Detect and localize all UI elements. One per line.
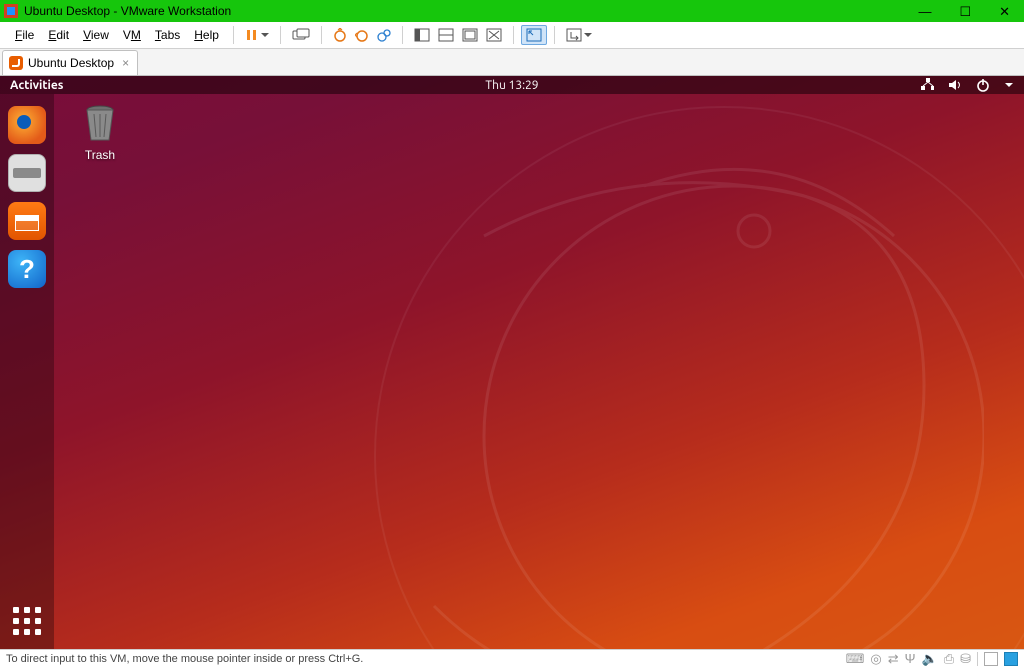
maximize-button[interactable]: ☐ bbox=[959, 5, 971, 18]
device-display-icon[interactable] bbox=[1004, 652, 1018, 666]
firefox-launcher[interactable] bbox=[8, 106, 46, 144]
view-single-button[interactable] bbox=[410, 26, 434, 44]
tab-close-button[interactable]: × bbox=[122, 56, 129, 70]
menu-vm[interactable]: VM bbox=[116, 25, 148, 45]
device-usb-icon[interactable]: Ψ bbox=[905, 651, 916, 666]
device-sound-icon[interactable]: 🔈 bbox=[922, 651, 938, 667]
menu-edit[interactable]: Edit bbox=[41, 25, 76, 45]
close-button[interactable]: ✕ bbox=[999, 5, 1010, 18]
device-cdrom-icon[interactable]: ◎ bbox=[870, 651, 881, 667]
clock[interactable]: Thu 13:29 bbox=[485, 79, 538, 92]
device-indicator[interactable] bbox=[984, 652, 998, 666]
dropdown-icon bbox=[584, 31, 592, 39]
help-launcher[interactable]: ? bbox=[8, 250, 46, 288]
menu-view[interactable]: View bbox=[76, 25, 116, 45]
trash-label: Trash bbox=[85, 148, 115, 162]
snapshot-manage-button[interactable] bbox=[373, 26, 395, 44]
pause-button[interactable] bbox=[241, 26, 273, 44]
vm-tab[interactable]: Ubuntu Desktop × bbox=[2, 50, 138, 75]
minimize-button[interactable]: — bbox=[918, 5, 931, 18]
activities-button[interactable]: Activities bbox=[10, 79, 63, 92]
vmware-logo-icon bbox=[4, 4, 18, 18]
device-drive-icon[interactable]: ⛁ bbox=[960, 651, 971, 667]
ubuntu-wallpaper-illustration bbox=[284, 136, 984, 649]
host-tabbar: Ubuntu Desktop × bbox=[0, 49, 1024, 76]
network-icon[interactable] bbox=[920, 78, 934, 92]
menu-tabs[interactable]: Tabs bbox=[148, 25, 187, 45]
guest-display[interactable]: Activities Thu 13:29 ? Trash bbox=[0, 76, 1024, 649]
host-menubar: File Edit View VM Tabs Help bbox=[0, 22, 1024, 49]
device-printer-icon[interactable]: ⎙ bbox=[944, 651, 954, 667]
view-console-button[interactable] bbox=[458, 26, 482, 44]
ubuntu-icon bbox=[9, 56, 23, 70]
view-unity-button[interactable] bbox=[434, 26, 458, 44]
host-statusbar: To direct input to this VM, move the mou… bbox=[0, 649, 1024, 667]
snapshot-revert-button[interactable] bbox=[351, 26, 373, 44]
menu-file[interactable]: File bbox=[8, 25, 41, 45]
view-stretch-button[interactable] bbox=[482, 26, 506, 44]
ubuntu-dock: ? bbox=[0, 94, 54, 649]
show-applications-button[interactable] bbox=[13, 607, 41, 635]
gnome-topbar: Activities Thu 13:29 bbox=[0, 76, 1024, 94]
power-icon[interactable] bbox=[976, 78, 990, 92]
vm-tab-label: Ubuntu Desktop bbox=[28, 56, 114, 70]
send-ctrl-alt-del-button[interactable] bbox=[288, 26, 314, 44]
system-menu-chevron-icon[interactable] bbox=[1004, 80, 1014, 90]
menu-help[interactable]: Help bbox=[187, 25, 226, 45]
files-launcher[interactable] bbox=[8, 154, 46, 192]
desktop-trash-icon[interactable]: Trash bbox=[80, 104, 120, 162]
view-fullscreen-button[interactable] bbox=[521, 25, 547, 45]
dropdown-icon bbox=[261, 31, 269, 39]
software-launcher[interactable] bbox=[8, 202, 46, 240]
statusbar-hint: To direct input to this VM, move the mou… bbox=[6, 653, 363, 665]
snapshot-take-button[interactable] bbox=[329, 26, 351, 44]
volume-icon[interactable] bbox=[948, 78, 962, 92]
device-net-icon[interactable]: ⇄ bbox=[888, 651, 899, 667]
view-cycle-button[interactable] bbox=[562, 26, 596, 44]
device-hdd-icon[interactable]: ⌨ bbox=[846, 651, 865, 667]
host-window-title: Ubuntu Desktop - VMware Workstation bbox=[24, 4, 231, 18]
